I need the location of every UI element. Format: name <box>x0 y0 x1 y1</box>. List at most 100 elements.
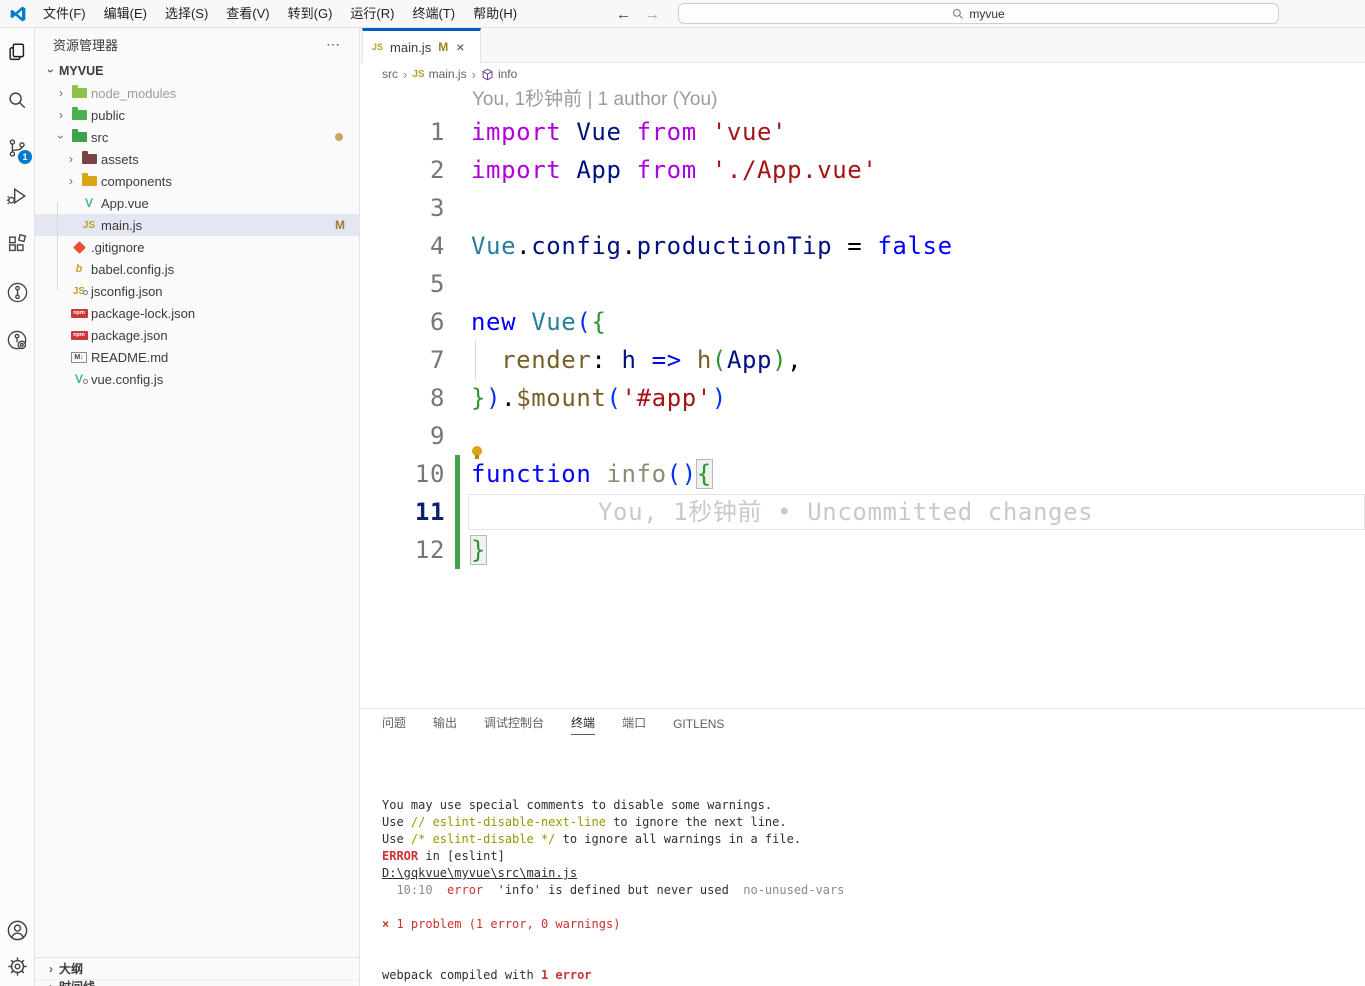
tree-item-public[interactable]: › public <box>35 104 359 126</box>
folder-icon <box>71 107 87 120</box>
terminal-line: D:\gqkvue\myvue\src\main.js <box>382 865 1365 882</box>
code-line[interactable]: 2 import App from './App.vue' <box>360 151 1365 189</box>
tree-item-jsconfig.json[interactable]: JS jsconfig.json <box>35 280 359 302</box>
folder-icon <box>71 85 87 98</box>
terminal-line: Use /* eslint-disable */ to ignore all w… <box>382 831 1365 848</box>
code-line[interactable]: 8}).$mount('#app') <box>360 379 1365 417</box>
menu-item-s[interactable]: 选择(S) <box>156 0 217 27</box>
line-number: 4 <box>429 232 445 260</box>
code-token: h <box>696 346 712 374</box>
outline-section[interactable]: › 大纲 <box>35 957 359 979</box>
terminal-text: D:\gqkvue\myvue\src\main.js <box>382 866 578 880</box>
code-line[interactable]: 1 import Vue from 'vue' <box>360 113 1365 151</box>
markdown-file-icon: M↓ <box>71 351 87 363</box>
breadcrumb-label: src <box>382 67 398 81</box>
code-line[interactable]: 10 function info(){ <box>360 446 1365 493</box>
tree-item-src[interactable]: › src <box>35 126 359 148</box>
chevron-right-icon: › <box>69 152 73 166</box>
code-line[interactable]: 4 Vue.config.productionTip = false <box>360 227 1365 265</box>
code-line[interactable]: 6 new Vue({ <box>360 303 1365 341</box>
tree-item-node_modules[interactable]: › node_modules <box>35 82 359 104</box>
forward-arrow-icon[interactable]: → <box>645 6 660 23</box>
tree-item-package.json[interactable]: npm package.json <box>35 324 359 346</box>
code-token: Vue <box>531 308 577 336</box>
panel-tab-[interactable]: 输出 <box>433 714 457 735</box>
breadcrumb-separator-icon: › <box>403 66 408 82</box>
tree-item-babel.config.js[interactable]: b babel.config.js <box>35 258 359 280</box>
tree-item-package-lock.json[interactable]: npm package-lock.json <box>35 302 359 324</box>
menu-item-r[interactable]: 运行(R) <box>341 0 403 27</box>
code-line[interactable]: 11 You, 1秒钟前 • Uncommitted changes <box>360 493 1365 531</box>
code-line[interactable]: 5 <box>360 265 1365 303</box>
gitlens-inspect-icon[interactable] <box>0 316 34 364</box>
code-token: } <box>471 536 487 564</box>
tab-main-js[interactable]: JS main.js M × <box>362 28 481 63</box>
code-editor[interactable]: You, 1秒钟前 | 1 author (You) 1 import Vue f… <box>360 85 1365 708</box>
panel-tab-[interactable]: 问题 <box>382 714 406 735</box>
code-line[interactable]: 9 <box>360 417 1365 455</box>
menu-item-h[interactable]: 帮助(H) <box>464 0 526 27</box>
code-token: ( <box>606 384 622 412</box>
code-text: render: h => h(App), <box>471 346 802 374</box>
editor-tab-bar: JS main.js M × <box>360 28 1365 63</box>
accounts-icon[interactable] <box>0 912 34 948</box>
file-label: main.js <box>101 217 143 233</box>
codelens-annotation[interactable]: You, 1秒钟前 | 1 author (You) <box>360 85 1365 113</box>
breadcrumb-item-src[interactable]: src <box>382 67 398 81</box>
back-arrow-icon[interactable]: ← <box>616 6 631 23</box>
tree-item-vue.config.js[interactable]: Vvue.config.js <box>35 368 359 390</box>
code-line[interactable]: 12} <box>360 531 1365 569</box>
source-control-icon[interactable]: 1 <box>0 124 34 172</box>
tree-item-.gitignore[interactable]: .gitignore <box>35 236 359 258</box>
menu-item-f[interactable]: 文件(F) <box>34 0 95 27</box>
line-number: 2 <box>429 156 445 184</box>
panel-tab-[interactable]: 终端 <box>571 714 596 735</box>
search-view-icon[interactable] <box>0 76 34 124</box>
tree-item-components[interactable]: › components <box>35 170 359 192</box>
code-text: Vue.config.productionTip = false <box>471 232 953 260</box>
modified-badge: M <box>335 218 345 232</box>
search-icon <box>953 8 964 19</box>
timeline-section[interactable]: › 时间线 <box>35 979 359 986</box>
git-added-change-bar <box>455 455 460 493</box>
code-token: : <box>591 346 622 374</box>
breadcrumb-item-main.js[interactable]: JS main.js <box>412 67 466 81</box>
tree-item-App.vue[interactable]: V App.vue <box>35 192 359 214</box>
folder-icon <box>81 173 97 186</box>
gutter <box>445 303 471 341</box>
code-line[interactable]: 3 <box>360 189 1365 227</box>
menu-item-v[interactable]: 查看(V) <box>217 0 278 27</box>
explorer-icon[interactable] <box>0 28 34 76</box>
code-token: = <box>832 232 878 260</box>
panel-tab-[interactable]: 调试控制台 <box>484 714 544 735</box>
file-label: .gitignore <box>91 239 145 255</box>
more-actions-icon[interactable]: ⋯ <box>326 36 341 53</box>
code-token: from <box>636 118 697 146</box>
gitlens-icon[interactable] <box>0 268 34 316</box>
extensions-icon[interactable] <box>0 220 34 268</box>
settings-gear-icon[interactable] <box>0 948 34 984</box>
lightbulb-icon[interactable] <box>472 446 482 459</box>
panel-tab-[interactable]: 端口 <box>622 714 646 735</box>
folder-icon <box>81 151 97 164</box>
menu-item-e[interactable]: 编辑(E) <box>95 0 156 27</box>
panel-tab-gitlens[interactable]: GITLENS <box>673 717 724 735</box>
close-icon[interactable]: × <box>456 39 464 55</box>
tree-item-README.md[interactable]: M↓ README.md <box>35 346 359 368</box>
menu-item-t[interactable]: 终端(T) <box>403 0 464 27</box>
code-token: App <box>726 346 773 374</box>
terminal-output[interactable]: You may use special comments to disable … <box>360 741 1365 986</box>
menu-item-g[interactable]: 转到(G) <box>279 0 342 27</box>
run-and-debug-icon[interactable] <box>0 172 34 220</box>
tree-item-main.js[interactable]: JS main.js M <box>35 214 359 236</box>
command-center-search[interactable]: myvue <box>678 3 1279 24</box>
npm-file-icon: npm <box>70 308 88 318</box>
workspace-root-myvue[interactable]: › MYVUE <box>35 60 359 82</box>
chevron-right-icon: › <box>69 174 73 188</box>
code-line[interactable]: 7 render: h => h(App), <box>360 341 1365 379</box>
code-token: config <box>531 232 622 260</box>
breadcrumb-item-info[interactable]: info <box>481 67 517 81</box>
tree-item-assets[interactable]: › assets <box>35 148 359 170</box>
